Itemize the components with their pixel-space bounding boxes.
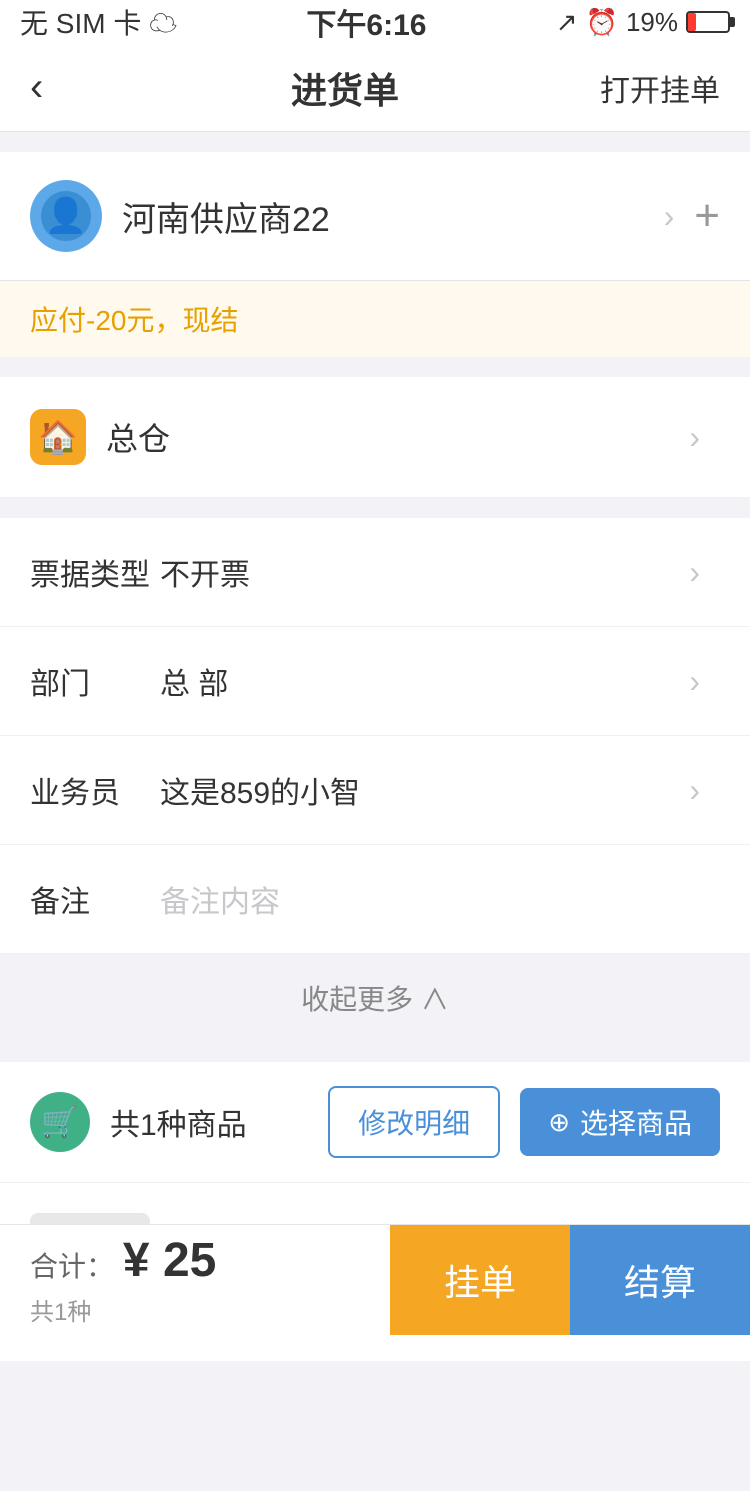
status-time: 下午6:16 [306, 0, 426, 44]
back-button[interactable]: ‹ [30, 65, 90, 110]
department-value: 总 部 [160, 659, 689, 703]
status-bar: 无 SIM 卡 ☁ 下午6:16 ↗ ⏰ 19% [0, 0, 750, 44]
edit-detail-button[interactable]: 修改明细 [328, 1086, 500, 1158]
supplier-section: 👤 河南供应商22 › + 应付-20元，现结 [0, 152, 750, 357]
invoice-label: 票据类型 [30, 550, 160, 594]
cart-icon: 🛒 [41, 1105, 78, 1140]
remark-label: 备注 [30, 877, 160, 921]
form-row-salesperson[interactable]: 业务员 这是859的小智 › [0, 736, 750, 845]
collapse-button[interactable]: 收起更多 ∧ [0, 954, 750, 1042]
warehouse-name: 总仓 [106, 414, 689, 460]
battery-icon [686, 11, 730, 33]
department-chevron-icon: › [689, 663, 700, 700]
warehouse-icon-wrap: 🏠 [30, 409, 86, 465]
notice-bar: 应付-20元，现结 [0, 281, 750, 357]
invoice-value: 不开票 [160, 550, 689, 594]
status-right: ↗ ⏰ 19% [556, 7, 730, 38]
warehouse-row[interactable]: 🏠 总仓 › [0, 377, 750, 498]
salesperson-chevron-icon: › [689, 772, 700, 809]
sim-indicator: 无 SIM 卡 ☁ [20, 2, 177, 42]
form-row-remark[interactable]: 备注 备注内容 [0, 845, 750, 954]
supplier-avatar: 👤 [30, 180, 102, 252]
products-icon-wrap: 🛒 [30, 1092, 90, 1152]
alarm-icon: ⏰ [586, 7, 618, 38]
total-label: 合计： [30, 1251, 114, 1282]
product-count: 共1种商品 [110, 1100, 308, 1144]
select-product-button[interactable]: ⊕ 选择商品 [520, 1088, 720, 1156]
avatar-inner: 👤 [41, 191, 91, 241]
select-icon: ⊕ [548, 1107, 570, 1138]
warehouse-icon: 🏠 [38, 418, 78, 456]
salesperson-value: 这是859的小智 [160, 768, 689, 812]
location-icon: ↗ [556, 7, 578, 38]
bottom-bar: 合计： ¥ 25 共1种 挂单 结算 [0, 1224, 750, 1334]
person-icon: 👤 [45, 196, 87, 236]
total-count: 共1种 [30, 1292, 360, 1327]
battery-label: 19% [626, 7, 678, 38]
nav-bar: ‹ 进货单 打开挂单 [0, 44, 750, 132]
supplier-row[interactable]: 👤 河南供应商22 › + [0, 152, 750, 281]
status-left: 无 SIM 卡 ☁ [20, 2, 177, 42]
open-hang-button[interactable]: 打开挂单 [600, 66, 720, 110]
total-area: 合计： ¥ 25 共1种 [0, 1233, 390, 1327]
supplier-name: 河南供应商22 [122, 192, 664, 241]
form-row-department[interactable]: 部门 总 部 › [0, 627, 750, 736]
form-row-invoice[interactable]: 票据类型 不开票 › [0, 518, 750, 627]
department-label: 部门 [30, 659, 160, 703]
add-supplier-button[interactable]: + [694, 191, 720, 241]
hang-button[interactable]: 挂单 [390, 1225, 570, 1335]
invoice-chevron-icon: › [689, 554, 700, 591]
salesperson-label: 业务员 [30, 768, 160, 812]
products-header: 🛒 共1种商品 修改明细 ⊕ 选择商品 [0, 1062, 750, 1183]
page-title: 进货单 [291, 62, 399, 114]
select-product-label: 选择商品 [580, 1102, 692, 1142]
remark-input[interactable]: 备注内容 [160, 877, 720, 921]
form-section: 票据类型 不开票 › 部门 总 部 › 业务员 这是859的小智 › 备注 备注… [0, 518, 750, 954]
supplier-chevron-icon: › [664, 198, 675, 235]
total-amount: ¥ 25 [123, 1234, 216, 1287]
warehouse-chevron-icon: › [689, 419, 700, 456]
total-row: 合计： ¥ 25 [30, 1233, 360, 1288]
checkout-button[interactable]: 结算 [570, 1225, 750, 1335]
warehouse-section: 🏠 总仓 › [0, 377, 750, 498]
